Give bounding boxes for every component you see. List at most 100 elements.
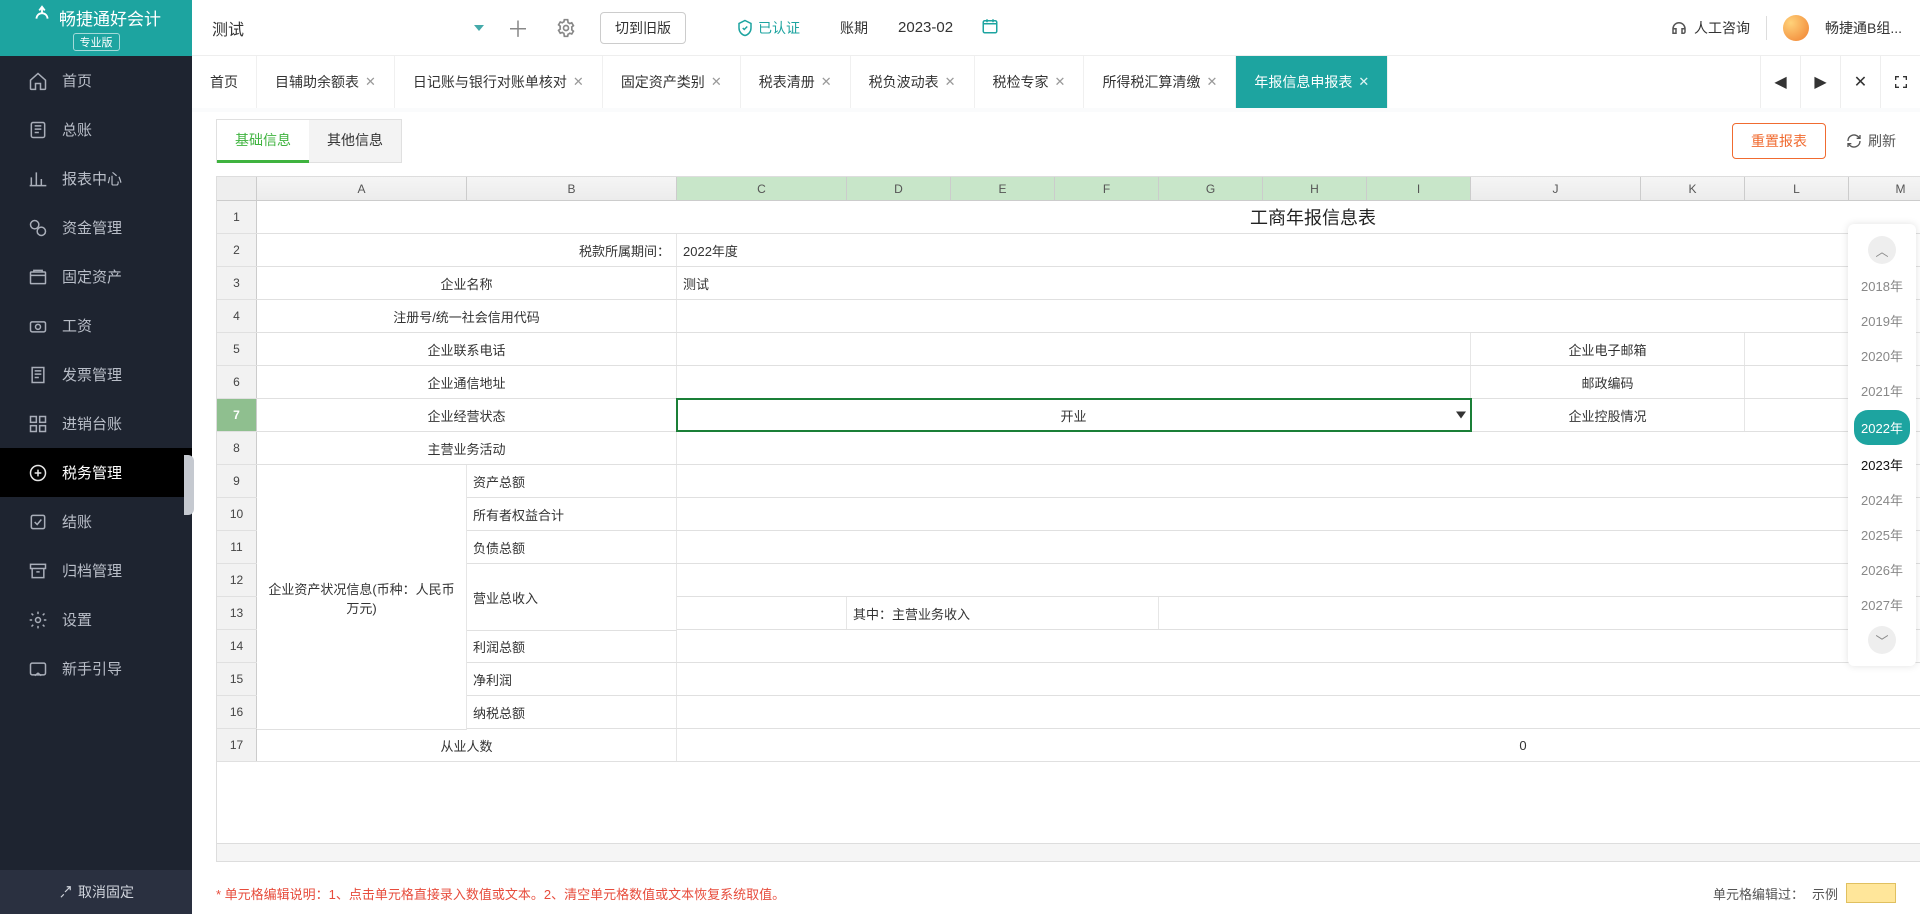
sidebar-item-12[interactable]: 新手引导 [0,644,192,693]
year-2022年[interactable]: 2022年 [1854,410,1910,445]
reg-number-value[interactable] [677,300,1920,332]
row-header[interactable]: 1 [217,201,257,233]
gear-icon[interactable] [552,14,580,42]
row-header[interactable]: 12 [217,564,257,596]
close-icon[interactable]: ✕ [365,74,376,90]
tabs-close-all[interactable]: ✕ [1840,56,1880,108]
tab-8[interactable]: 年报信息申报表✕ [1236,56,1388,108]
dropdown-icon[interactable] [1456,412,1466,419]
sidebar-item-0[interactable]: 首页 [0,56,192,105]
close-icon[interactable]: ✕ [711,74,722,90]
year-2018年[interactable]: 2018年 [1854,268,1910,303]
spreadsheet[interactable]: ABCDEFGHIJKLMNOPQ 1工商年报信息表2税款所属期间：2022年度… [216,176,1920,862]
tab-0[interactable]: 首页 [192,56,257,108]
asset-row-value[interactable] [677,630,1920,662]
row-header[interactable]: 7 [217,399,257,431]
asset-row-value[interactable] [677,465,1920,497]
sidebar-item-7[interactable]: 进销台账 [0,399,192,448]
employees-value[interactable]: 0 [677,729,1920,761]
username[interactable]: 畅捷通B组... [1825,18,1902,38]
row-header[interactable]: 14 [217,630,257,662]
main-business-value[interactable] [677,432,1920,464]
close-icon[interactable]: ✕ [1206,74,1217,90]
sidebar-item-1[interactable]: 总账 [0,105,192,154]
tab-2[interactable]: 日记账与银行对账单核对✕ [395,56,603,108]
year-up[interactable]: ︿ [1868,236,1896,264]
address-value[interactable] [677,366,1471,398]
col-header-J[interactable]: J [1471,177,1641,200]
row-header[interactable]: 16 [217,696,257,728]
row-header[interactable]: 10 [217,498,257,530]
sidebar-item-2[interactable]: 报表中心 [0,154,192,203]
unpin-button[interactable]: 取消固定 [0,870,192,914]
year-2026年[interactable]: 2026年 [1854,552,1910,587]
tab-1[interactable]: 目辅助余额表✕ [257,56,395,108]
year-2020年[interactable]: 2020年 [1854,338,1910,373]
row-header[interactable]: 4 [217,300,257,332]
col-header-K[interactable]: K [1641,177,1745,200]
tab-6[interactable]: 税检专家✕ [975,56,1085,108]
asset-row-value[interactable] [677,531,1920,563]
subtab-other[interactable]: 其他信息 [309,120,401,162]
year-2025年[interactable]: 2025年 [1854,517,1910,552]
tab-4[interactable]: 税表清册✕ [741,56,851,108]
col-header-D[interactable]: D [847,177,951,200]
tabs-scroll-left[interactable]: ◀ [1760,56,1800,108]
row-header[interactable]: 17 [217,729,257,761]
status-value[interactable]: 开业 [677,399,1471,431]
sidebar-item-5[interactable]: 工资 [0,301,192,350]
tab-3[interactable]: 固定资产类别✕ [603,56,741,108]
col-header-B[interactable]: B [467,177,677,200]
sidebar-item-10[interactable]: 归档管理 [0,546,192,595]
year-down[interactable]: ﹀ [1868,626,1896,654]
row-header[interactable]: 8 [217,432,257,464]
horizontal-scrollbar[interactable] [217,843,1920,861]
asset-row-value[interactable] [677,498,1920,530]
row-header[interactable]: 11 [217,531,257,563]
year-2019年[interactable]: 2019年 [1854,303,1910,338]
grid-body[interactable]: 1工商年报信息表2税款所属期间：2022年度3企业名称测试4注册号/统一社会信用… [217,201,1920,843]
row-header[interactable]: 9 [217,465,257,497]
sidebar-item-6[interactable]: 发票管理 [0,350,192,399]
sidebar-handle[interactable] [184,455,194,515]
phone-value[interactable] [677,333,1471,365]
row-header[interactable]: 3 [217,267,257,299]
row-header[interactable]: 5 [217,333,257,365]
main-revenue-value[interactable] [1159,597,1920,629]
year-2024年[interactable]: 2024年 [1854,482,1910,517]
refresh-button[interactable]: 刷新 [1846,131,1896,151]
sidebar-item-4[interactable]: 固定资产 [0,252,192,301]
tabs-fullscreen[interactable] [1880,56,1920,108]
col-header-M[interactable]: M [1849,177,1920,200]
asset-row-value[interactable] [677,696,1920,728]
company-select[interactable]: 测试 [212,16,484,40]
sidebar-item-11[interactable]: 设置 [0,595,192,644]
row-header[interactable]: 6 [217,366,257,398]
close-icon[interactable]: ✕ [1358,74,1369,90]
sidebar-item-3[interactable]: 资金管理 [0,203,192,252]
col-header-I[interactable]: I [1367,177,1471,200]
col-header-A[interactable]: A [257,177,467,200]
close-icon[interactable]: ✕ [945,74,956,90]
subtab-basic[interactable]: 基础信息 [217,120,309,163]
switch-old-button[interactable]: 切到旧版 [600,12,686,44]
close-icon[interactable]: ✕ [573,74,584,90]
year-2021年[interactable]: 2021年 [1854,373,1910,408]
year-2027年[interactable]: 2027年 [1854,587,1910,622]
calendar-icon[interactable] [981,17,999,38]
col-header-H[interactable]: H [1263,177,1367,200]
year-2023年[interactable]: 2023年 [1854,447,1910,482]
support-link[interactable]: 人工咨询 [1670,18,1750,38]
row-header[interactable]: 2 [217,234,257,266]
asset-row-value[interactable] [677,663,1920,695]
avatar[interactable] [1783,15,1809,41]
col-header-F[interactable]: F [1055,177,1159,200]
tabs-scroll-right[interactable]: ▶ [1800,56,1840,108]
select-all-corner[interactable] [217,177,257,200]
tab-5[interactable]: 税负波动表✕ [851,56,975,108]
close-icon[interactable]: ✕ [1055,74,1066,90]
col-header-L[interactable]: L [1745,177,1849,200]
sidebar-item-9[interactable]: 结账 [0,497,192,546]
tab-7[interactable]: 所得税汇算清缴✕ [1084,56,1236,108]
col-header-C[interactable]: C [677,177,847,200]
